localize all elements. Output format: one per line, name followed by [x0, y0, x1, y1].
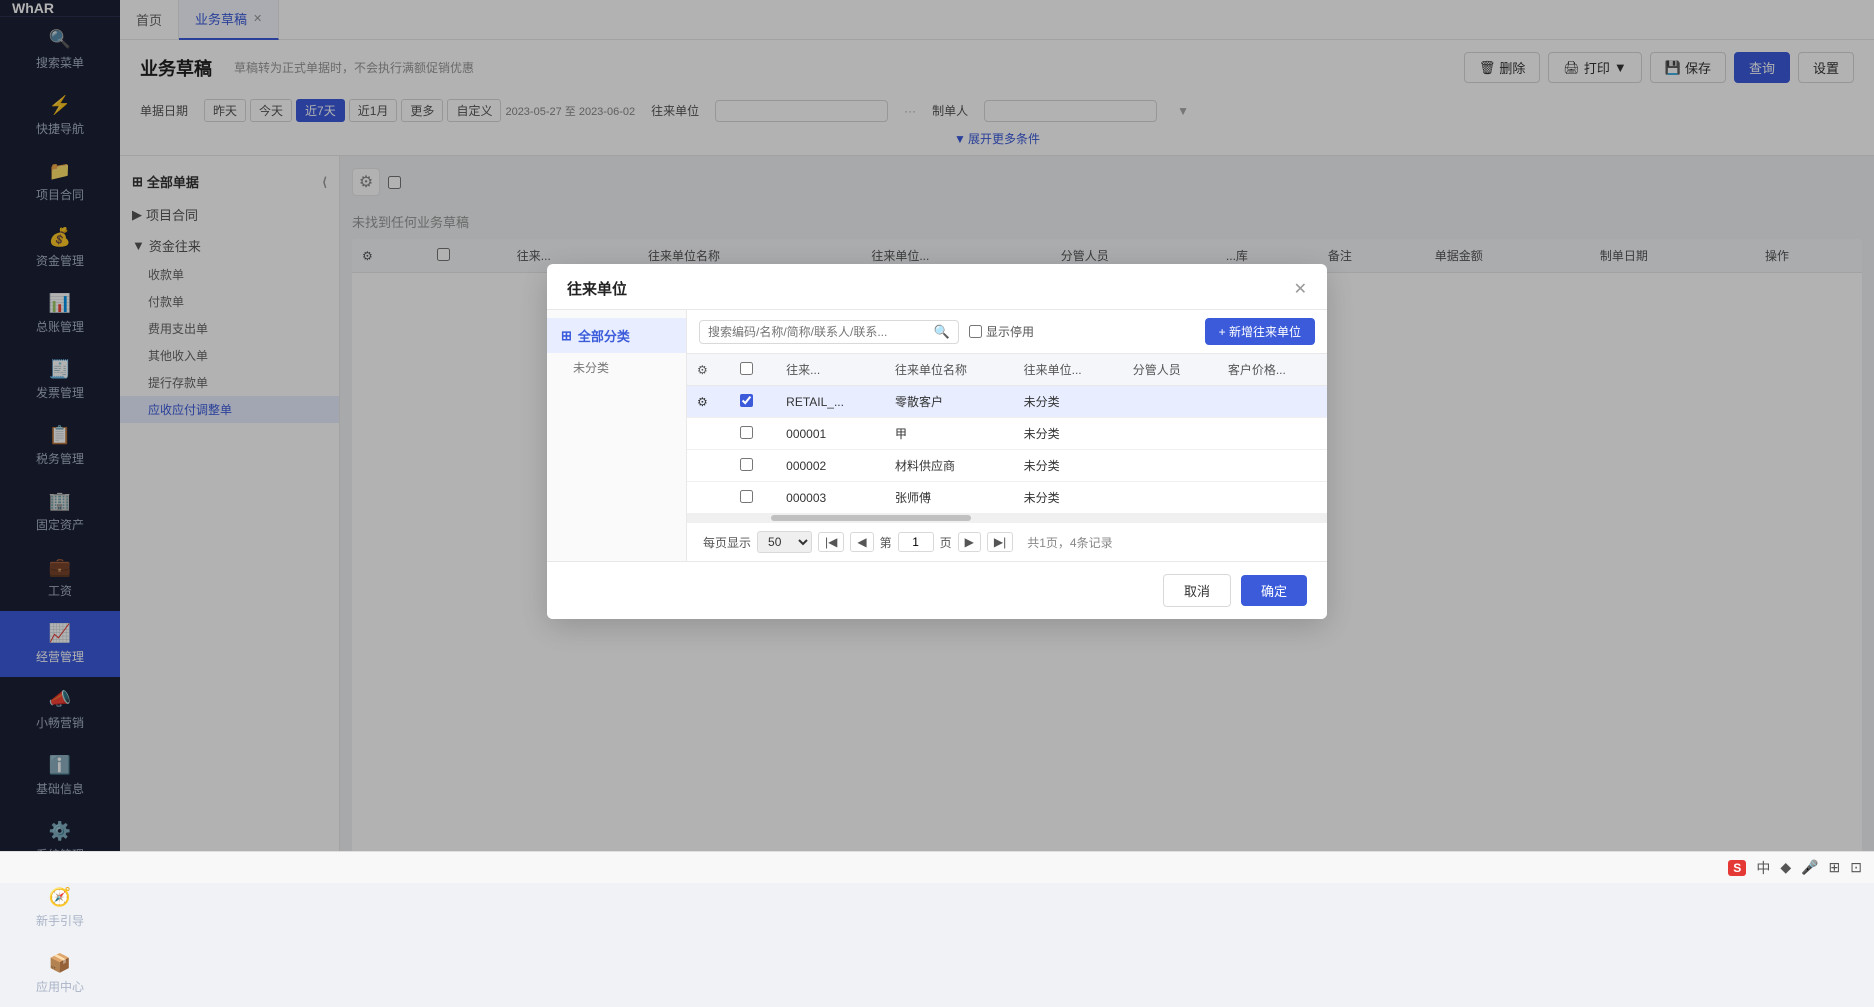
taskbar: S 中 ◆ 🎤 ⊞ ⊡ — [0, 851, 1874, 883]
row-category-cell: 未分类 — [1014, 418, 1123, 450]
modal-table-row[interactable]: 000001 甲 未分类 — [687, 418, 1327, 450]
taskbar-mic-icon[interactable]: 🎤 — [1801, 859, 1818, 876]
show-disabled-checkbox[interactable] — [969, 325, 982, 338]
mth-check — [730, 354, 776, 386]
sidebar-item-guide[interactable]: 🧭 新手引导 — [0, 875, 120, 941]
modal-table-row[interactable]: ⚙ RETAIL_... 零散客户 未分类 — [687, 386, 1327, 418]
modal-search-icon: 🔍 — [934, 324, 950, 340]
row-category-cell: 未分类 — [1014, 482, 1123, 514]
modal-left-nav: ⊞ 全部分类 未分类 — [547, 310, 687, 561]
row-manager-cell — [1123, 450, 1218, 482]
row-code-cell: RETAIL_... — [776, 386, 885, 418]
page-word: 页 — [940, 534, 952, 551]
modal-table-row[interactable]: 000002 材料供应商 未分类 — [687, 450, 1327, 482]
add-partner-button[interactable]: + 新增往来单位 — [1205, 318, 1315, 345]
row-category-cell: 未分类 — [1014, 450, 1123, 482]
modal-right-content: 🔍 显示停用 + 新增往来单位 ⚙ — [687, 310, 1327, 561]
modal-search-box[interactable]: 🔍 — [699, 320, 959, 344]
row-checkbox[interactable] — [740, 458, 753, 471]
sidebar-item-label: 新手引导 — [36, 912, 84, 929]
row-checkbox[interactable] — [740, 490, 753, 503]
modal-close-icon[interactable]: ✕ — [1294, 279, 1307, 299]
modal-overlay: 往来单位 ✕ ⊞ 全部分类 未分类 🔍 — [0, 0, 1874, 883]
modal-pagination: 每页显示 50 100 200 |◀ ◀ 第 页 ▶ ▶| 共1页，4条记录 — [687, 522, 1327, 561]
mth-code: 往来... — [776, 354, 885, 386]
mth-price: 客户价格... — [1218, 354, 1327, 386]
modal-footer: 取消 确定 — [547, 561, 1327, 619]
row-settings-cell — [687, 482, 730, 514]
taskbar-layout-icon[interactable]: ⊡ — [1850, 859, 1862, 876]
modal-body: ⊞ 全部分类 未分类 🔍 显示停用 — [547, 310, 1327, 561]
last-page-btn[interactable]: ▶| — [987, 532, 1013, 552]
row-settings-cell — [687, 418, 730, 450]
row-code-cell: 000001 — [776, 418, 885, 450]
next-page-btn[interactable]: ▶ — [958, 532, 981, 552]
row-price-cell — [1218, 450, 1327, 482]
row-check-cell[interactable] — [730, 482, 776, 514]
row-checkbox[interactable] — [740, 426, 753, 439]
sidebar-item-label: 应用中心 — [36, 978, 84, 995]
row-price-cell — [1218, 482, 1327, 514]
taskbar-win-icon[interactable]: ⊞ — [1829, 859, 1841, 876]
cancel-button[interactable]: 取消 — [1163, 574, 1231, 607]
row-name-cell: 张师傅 — [885, 482, 1014, 514]
row-code-cell: 000002 — [776, 450, 885, 482]
taskbar-s-logo: S — [1728, 860, 1746, 876]
modal-scrollbar[interactable] — [687, 514, 1327, 522]
modal-search-input[interactable] — [708, 325, 930, 339]
row-category-cell: 未分类 — [1014, 386, 1123, 418]
appstore-icon: 📦 — [49, 953, 71, 974]
row-manager-cell — [1123, 418, 1218, 450]
row-price-cell — [1218, 418, 1327, 450]
modal-table-wrap: ⚙ 往来... 往来单位名称 往来单位... 分管人员 客户价格... ⚙ — [687, 354, 1327, 514]
row-code-cell: 000003 — [776, 482, 885, 514]
page-num-word: 第 — [880, 534, 892, 551]
mth-category: 往来单位... — [1014, 354, 1123, 386]
guide-icon: 🧭 — [49, 887, 71, 908]
row-check-cell[interactable] — [730, 386, 776, 418]
confirm-button[interactable]: 确定 — [1241, 575, 1307, 606]
modal-header: 往来单位 ✕ — [547, 264, 1327, 310]
row-name-cell: 零散客户 — [885, 386, 1014, 418]
modal-scroll-thumb — [771, 515, 971, 521]
modal-table-row[interactable]: 000003 张师傅 未分类 — [687, 482, 1327, 514]
row-manager-cell — [1123, 386, 1218, 418]
modal-title: 往来单位 — [567, 278, 627, 299]
prev-page-btn[interactable]: ◀ — [850, 532, 873, 552]
mth-settings: ⚙ — [687, 354, 730, 386]
total-text: 共1页，4条记录 — [1027, 534, 1112, 551]
row-manager-cell — [1123, 482, 1218, 514]
row-name-cell: 甲 — [885, 418, 1014, 450]
modal-toolbar: 🔍 显示停用 + 新增往来单位 — [687, 310, 1327, 354]
row-name-cell: 材料供应商 — [885, 450, 1014, 482]
row-settings-cell: ⚙ — [687, 386, 730, 418]
modal-select-all[interactable] — [740, 362, 753, 375]
modal-nav-all-label: 全部分类 — [578, 326, 630, 345]
row-settings-cell — [687, 450, 730, 482]
add-partner-label: + 新增往来单位 — [1219, 323, 1301, 340]
taskbar-zh-icon[interactable]: 中 — [1756, 858, 1770, 878]
modal-nav-all[interactable]: ⊞ 全部分类 — [547, 318, 686, 353]
mth-manager: 分管人员 — [1123, 354, 1218, 386]
page-number-input[interactable] — [898, 532, 934, 552]
mth-name: 往来单位名称 — [885, 354, 1014, 386]
modal-nav-uncategorized[interactable]: 未分类 — [547, 353, 686, 382]
row-check-cell[interactable] — [730, 418, 776, 450]
taskbar-diamond-icon[interactable]: ◆ — [1780, 859, 1791, 876]
page-size-label: 每页显示 — [703, 534, 751, 551]
partner-modal: 往来单位 ✕ ⊞ 全部分类 未分类 🔍 — [547, 264, 1327, 619]
row-price-cell — [1218, 386, 1327, 418]
row-check-cell[interactable] — [730, 450, 776, 482]
page-size-select[interactable]: 50 100 200 — [757, 531, 812, 553]
sidebar-item-appstore[interactable]: 📦 应用中心 — [0, 941, 120, 1007]
row-checkbox[interactable] — [740, 394, 753, 407]
modal-table: ⚙ 往来... 往来单位名称 往来单位... 分管人员 客户价格... ⚙ — [687, 354, 1327, 514]
first-page-btn[interactable]: |◀ — [818, 532, 844, 552]
show-disabled-text: 显示停用 — [986, 323, 1034, 340]
show-disabled-label: 显示停用 — [969, 323, 1034, 340]
grid-icon: ⊞ — [561, 328, 572, 344]
